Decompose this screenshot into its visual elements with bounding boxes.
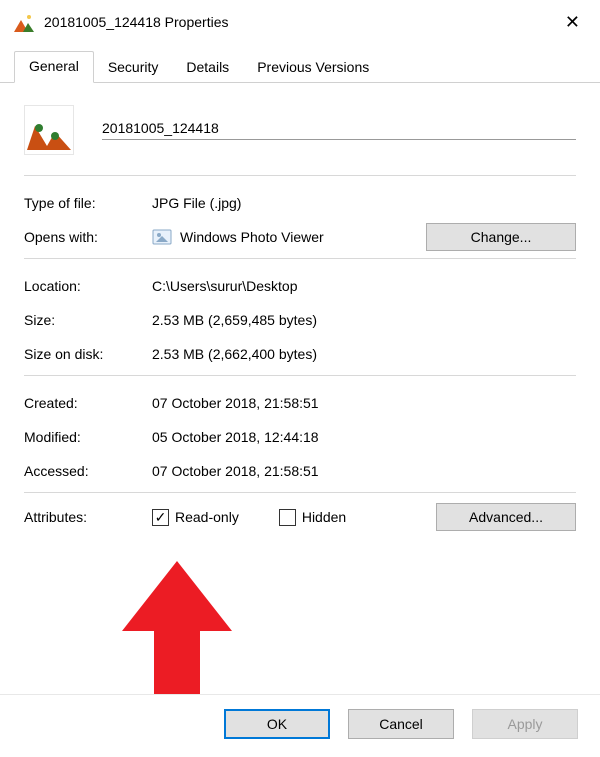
read-only-label: Read-only: [175, 509, 239, 525]
type-value: JPG File (.jpg): [152, 195, 576, 211]
tab-strip: General Security Details Previous Versio…: [0, 48, 600, 83]
general-panel: 20181005_124418 Type of file: JPG File (…: [0, 83, 600, 531]
location-label: Location:: [24, 278, 152, 294]
size-on-disk-value: 2.53 MB (2,662,400 bytes): [152, 346, 576, 362]
ok-button[interactable]: OK: [224, 709, 330, 739]
dialog-footer: OK Cancel Apply: [0, 694, 600, 757]
opens-with-value: Windows Photo Viewer: [180, 229, 324, 245]
checkbox-empty-icon: [279, 509, 296, 526]
attributes-label: Attributes:: [24, 509, 152, 525]
read-only-checkbox[interactable]: ✓ Read-only: [152, 509, 239, 526]
window-title: 20181005_124418 Properties: [44, 14, 559, 30]
created-value: 07 October 2018, 21:58:51: [152, 395, 576, 411]
tab-previous-versions[interactable]: Previous Versions: [243, 53, 383, 83]
file-name-field[interactable]: 20181005_124418: [102, 120, 576, 140]
photo-viewer-icon: [152, 227, 172, 247]
size-value: 2.53 MB (2,659,485 bytes): [152, 312, 576, 328]
opens-with-label: Opens with:: [24, 229, 152, 245]
cancel-button[interactable]: Cancel: [348, 709, 454, 739]
apply-button[interactable]: Apply: [472, 709, 578, 739]
tab-security[interactable]: Security: [94, 53, 173, 83]
separator: [24, 492, 576, 493]
file-type-icon: [14, 12, 34, 32]
file-thumbnail: [24, 105, 74, 155]
hidden-checkbox[interactable]: Hidden: [279, 509, 346, 526]
modified-label: Modified:: [24, 429, 152, 445]
created-label: Created:: [24, 395, 152, 411]
close-button[interactable]: ✕: [559, 13, 586, 31]
accessed-label: Accessed:: [24, 463, 152, 479]
tab-details[interactable]: Details: [172, 53, 243, 83]
titlebar: 20181005_124418 Properties ✕: [0, 0, 600, 40]
separator: [24, 375, 576, 376]
checkmark-icon: ✓: [152, 509, 169, 526]
size-on-disk-label: Size on disk:: [24, 346, 152, 362]
change-button[interactable]: Change...: [426, 223, 576, 251]
accessed-value: 07 October 2018, 21:58:51: [152, 463, 576, 479]
separator: [24, 175, 576, 176]
type-label: Type of file:: [24, 195, 152, 211]
properties-window: 20181005_124418 Properties ✕ General Sec…: [0, 0, 600, 757]
modified-value: 05 October 2018, 12:44:18: [152, 429, 576, 445]
size-label: Size:: [24, 312, 152, 328]
tab-general[interactable]: General: [14, 51, 94, 83]
separator: [24, 258, 576, 259]
location-value: C:\Users\surur\Desktop: [152, 278, 576, 294]
hidden-label: Hidden: [302, 509, 346, 525]
advanced-button[interactable]: Advanced...: [436, 503, 576, 531]
